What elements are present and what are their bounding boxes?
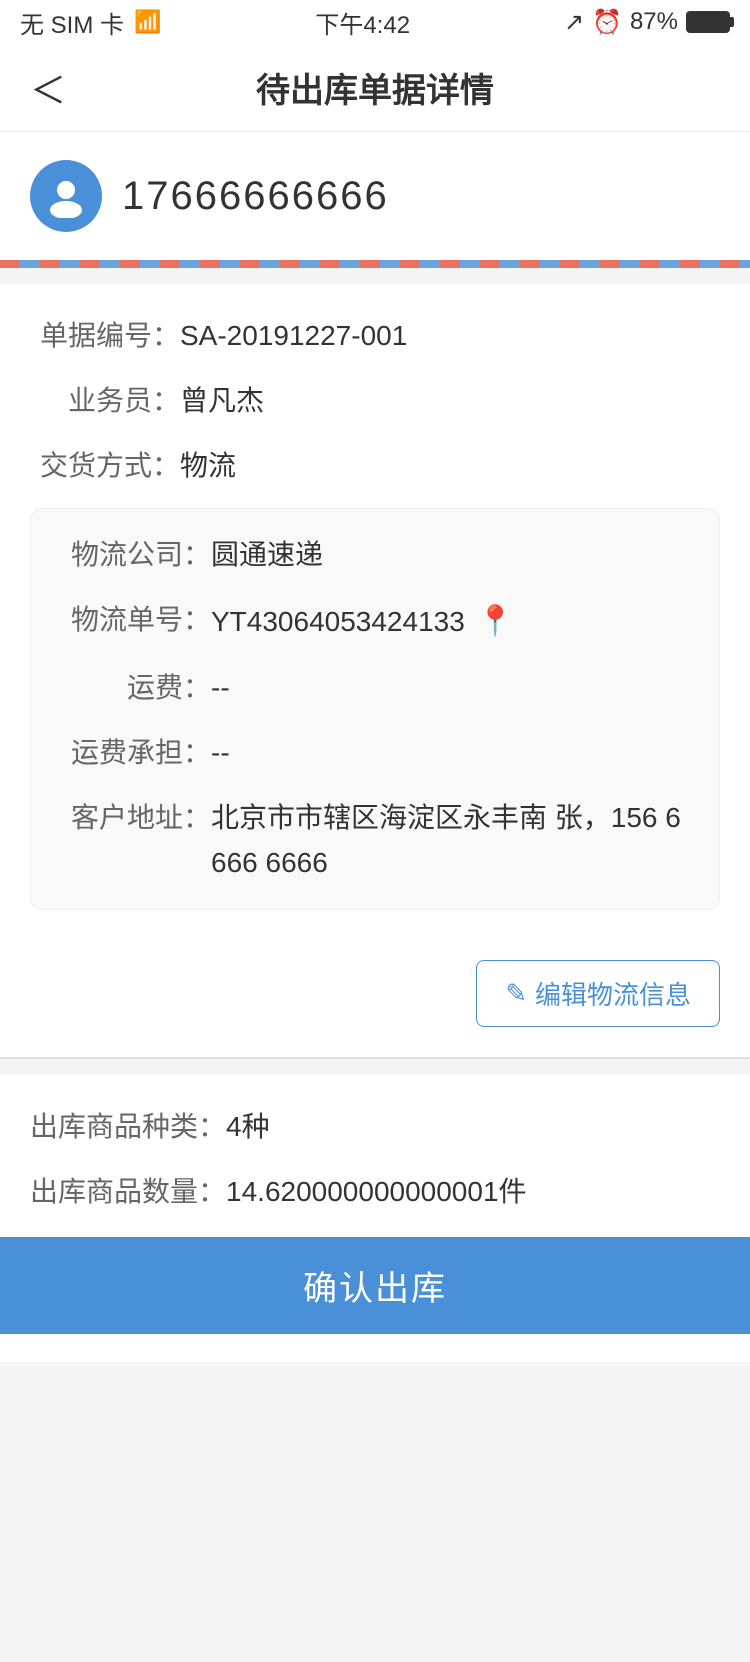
address-value: 北京市市辖区海淀区永丰南 张，156 6666 6666 bbox=[211, 796, 689, 886]
time-label: 下午4:42 bbox=[315, 5, 410, 40]
goods-quantity-label: 出库商品数量： bbox=[30, 1170, 226, 1215]
edit-logistics-section: ✎ 编辑物流信息 bbox=[0, 940, 750, 1057]
goods-quantity-row: 出库商品数量： 14.620000000000001件 bbox=[30, 1170, 720, 1215]
goods-types-label: 出库商品种类： bbox=[30, 1105, 226, 1150]
address-label: 客户地址： bbox=[61, 796, 211, 841]
freight-label: 运费： bbox=[61, 666, 211, 711]
tracking-value: YT43064053424133 📍 bbox=[211, 598, 689, 646]
map-pin-icon[interactable]: 📍 bbox=[477, 598, 514, 646]
sales-rep-label: 业务员： bbox=[30, 379, 180, 424]
freight-row: 运费： -- bbox=[61, 666, 689, 711]
freight-bearer-value: -- bbox=[211, 731, 689, 776]
order-number-row: 单据编号： SA-20191227-001 bbox=[30, 314, 720, 359]
section-divider bbox=[0, 1057, 750, 1059]
alarm-icon: ⏰ bbox=[592, 8, 622, 37]
battery-bar bbox=[686, 11, 730, 33]
order-number-value: SA-20191227-001 bbox=[180, 314, 720, 359]
goods-types-row: 出库商品种类： 4种 bbox=[30, 1105, 720, 1150]
carrier-label: 无 SIM 卡 bbox=[20, 5, 124, 40]
freight-value: -- bbox=[211, 666, 689, 711]
edit-logistics-label: 编辑物流信息 bbox=[535, 975, 691, 1012]
status-bar: 无 SIM 卡 📶 下午4:42 ↗ ⏰ 87% bbox=[0, 0, 750, 44]
logistics-company-label: 物流公司： bbox=[61, 533, 211, 578]
bottom-spacer bbox=[0, 1362, 750, 1562]
logistics-card: 物流公司： 圆通速递 物流单号： YT43064053424133 📍 运费： … bbox=[30, 508, 720, 910]
page-wrapper: 无 SIM 卡 📶 下午4:42 ↗ ⏰ 87% ＜ 待出库单据详情 17666… bbox=[0, 0, 750, 1662]
delivery-method-row: 交货方式： 物流 bbox=[30, 444, 720, 489]
wifi-icon: 📶 bbox=[134, 9, 161, 35]
edit-logistics-button[interactable]: ✎ 编辑物流信息 bbox=[476, 960, 720, 1027]
delivery-method-value: 物流 bbox=[180, 444, 720, 489]
sales-rep-row: 业务员： 曾凡杰 bbox=[30, 379, 720, 424]
customer-phone: 17666666666 bbox=[122, 174, 389, 219]
confirm-outbound-button[interactable]: 确认出库 bbox=[303, 1261, 447, 1310]
order-info-section: 单据编号： SA-20191227-001 业务员： 曾凡杰 交货方式： 物流 … bbox=[0, 284, 750, 940]
tracking-row: 物流单号： YT43064053424133 📍 bbox=[61, 598, 689, 646]
delivery-method-label: 交货方式： bbox=[30, 444, 180, 489]
freight-bearer-label: 运费承担： bbox=[61, 731, 211, 776]
goods-section: 出库商品种类： 4种 出库商品数量： 14.620000000000001件 bbox=[0, 1075, 750, 1245]
user-icon bbox=[44, 174, 88, 218]
back-button[interactable]: ＜ bbox=[30, 62, 66, 114]
sales-rep-value: 曾凡杰 bbox=[180, 379, 720, 424]
content-area: 17666666666 单据编号： SA-20191227-001 业务员： 曾… bbox=[0, 132, 750, 1662]
goods-quantity-value: 14.620000000000001件 bbox=[226, 1170, 720, 1215]
page-title: 待出库单据详情 bbox=[256, 63, 494, 112]
nav-bar: ＜ 待出库单据详情 bbox=[0, 44, 750, 132]
freight-bearer-row: 运费承担： -- bbox=[61, 731, 689, 776]
location-status-icon: ↗ bbox=[564, 8, 584, 37]
tracking-number-text: YT43064053424133 bbox=[211, 600, 465, 645]
order-number-label: 单据编号： bbox=[30, 314, 180, 359]
logistics-company-row: 物流公司： 圆通速递 bbox=[61, 533, 689, 578]
battery-percent: 87% bbox=[630, 8, 678, 36]
avatar bbox=[30, 160, 102, 232]
edit-icon: ✎ bbox=[505, 978, 527, 1009]
customer-header: 17666666666 bbox=[0, 132, 750, 260]
logistics-company-value: 圆通速递 bbox=[211, 533, 689, 578]
tracking-label: 物流单号： bbox=[61, 598, 211, 643]
confirm-btn-wrap: 确认出库 bbox=[0, 1237, 750, 1334]
goods-types-value: 4种 bbox=[226, 1105, 720, 1150]
status-right: ↗ ⏰ 87% bbox=[564, 8, 730, 37]
status-left: 无 SIM 卡 📶 bbox=[20, 5, 161, 40]
address-row: 客户地址： 北京市市辖区海淀区永丰南 张，156 6666 6666 bbox=[61, 796, 689, 886]
dashed-divider bbox=[0, 260, 750, 268]
